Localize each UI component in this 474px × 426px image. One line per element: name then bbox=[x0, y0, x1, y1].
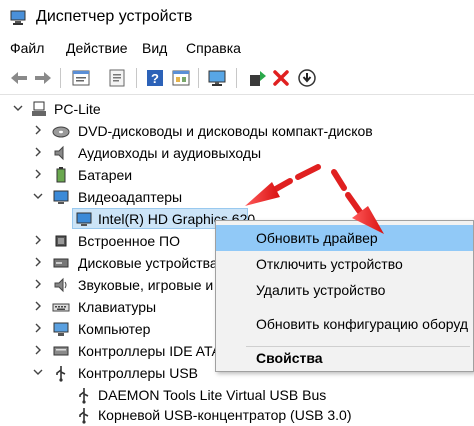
ide-controller-icon bbox=[52, 342, 70, 360]
tree-item-label: Контроллеры IDE ATA/ bbox=[78, 343, 225, 359]
disk-drive-icon bbox=[52, 254, 70, 272]
chevron-right-icon[interactable] bbox=[33, 125, 43, 135]
update-driver-icon[interactable] bbox=[246, 67, 268, 89]
properties-icon[interactable] bbox=[70, 67, 92, 89]
tree-category[interactable]: DVD-дисководы и дисководы компакт-дисков bbox=[0, 120, 474, 142]
tree-item-label: Клавиатуры bbox=[78, 299, 157, 315]
toolbar-separator bbox=[60, 68, 61, 88]
chevron-down-icon[interactable] bbox=[13, 103, 23, 113]
menu-item-label: Отключить устройство bbox=[256, 256, 403, 272]
dvd-drive-icon bbox=[52, 122, 70, 140]
tree-category[interactable]: Аудиовходы и аудиовыходы bbox=[0, 142, 474, 164]
chevron-right-icon[interactable] bbox=[33, 147, 43, 157]
download-icon[interactable] bbox=[296, 67, 318, 89]
scan-hardware-menu-item[interactable]: Обновить конфигурацию оборуд bbox=[216, 311, 473, 337]
svg-text:?: ? bbox=[151, 71, 159, 86]
update-driver-menu-item[interactable]: Обновить драйвер bbox=[216, 225, 473, 251]
tree-item-label: Звуковые, игровые и в bbox=[78, 277, 225, 293]
toolbar-separator bbox=[198, 68, 199, 88]
toolbar-separator bbox=[136, 68, 137, 88]
tree-device[interactable]: Корневой USB-концентратор (USB 3.0) bbox=[0, 404, 474, 426]
disable-device-menu-item[interactable]: Отключить устройство bbox=[216, 251, 473, 277]
tree-category[interactable]: Батареи bbox=[0, 164, 474, 186]
monitor-icon[interactable] bbox=[206, 67, 228, 89]
tree-item-label: Батареи bbox=[78, 167, 133, 183]
help-icon[interactable]: ? bbox=[144, 67, 166, 89]
back-icon[interactable] bbox=[8, 67, 30, 89]
firmware-icon bbox=[52, 232, 70, 250]
battery-icon bbox=[52, 166, 70, 184]
tree-item-label: Корневой USB-концентратор (USB 3.0) bbox=[98, 407, 352, 423]
display-adapter-icon bbox=[75, 210, 93, 228]
tree-device[interactable]: DAEMON Tools Lite Virtual USB Bus bbox=[0, 384, 474, 406]
chevron-right-icon[interactable] bbox=[33, 301, 43, 311]
chevron-right-icon[interactable] bbox=[33, 235, 43, 245]
context-menu: Обновить драйвер Отключить устройство Уд… bbox=[215, 220, 474, 372]
tree-root-label: PC-Lite bbox=[54, 101, 101, 117]
menu-view[interactable]: Вид bbox=[142, 40, 167, 56]
tree-item-label: Аудиовходы и аудиовыходы bbox=[78, 145, 262, 161]
chevron-down-icon[interactable] bbox=[33, 191, 43, 201]
tree-item-label: Компьютер bbox=[78, 321, 151, 337]
tree-item-label: Дисковые устройства bbox=[78, 255, 218, 271]
window-title: Диспетчер устройств bbox=[36, 8, 193, 25]
tree-item-label: Видеоадаптеры bbox=[78, 189, 183, 205]
properties-menu-item[interactable]: Свойства bbox=[216, 345, 473, 371]
chevron-right-icon[interactable] bbox=[33, 279, 43, 289]
computer-icon bbox=[52, 320, 70, 338]
chevron-right-icon[interactable] bbox=[33, 169, 43, 179]
device-manager-icon bbox=[10, 8, 28, 26]
tree-root[interactable]: PC-Lite bbox=[0, 98, 474, 120]
menu-help[interactable]: Справка bbox=[186, 40, 241, 56]
uninstall-device-menu-item[interactable]: Удалить устройство bbox=[216, 277, 473, 303]
tree-item-label: DAEMON Tools Lite Virtual USB Bus bbox=[98, 387, 327, 403]
keyboard-icon bbox=[52, 298, 70, 316]
menu-bar: Файл Действие Вид Справка bbox=[0, 38, 474, 60]
usb-icon bbox=[52, 364, 70, 382]
speaker-icon bbox=[52, 144, 70, 162]
chevron-down-icon[interactable] bbox=[33, 367, 43, 377]
forward-icon[interactable] bbox=[32, 67, 54, 89]
toolbar-separator bbox=[236, 68, 237, 88]
toolbar: ? bbox=[0, 62, 474, 95]
menu-item-label: Удалить устройство bbox=[256, 282, 386, 298]
tree-category[interactable]: Видеоадаптеры bbox=[0, 186, 474, 208]
chevron-right-icon[interactable] bbox=[33, 345, 43, 355]
tree-item-label: Контроллеры USB bbox=[78, 365, 198, 381]
tree-item-label: DVD-дисководы и дисководы компакт-дисков bbox=[78, 123, 373, 139]
chevron-right-icon[interactable] bbox=[33, 257, 43, 267]
title-bar: Диспетчер устройств bbox=[0, 0, 474, 34]
details-icon[interactable] bbox=[106, 67, 128, 89]
menu-item-label: Обновить драйвер bbox=[256, 230, 378, 246]
chevron-right-icon[interactable] bbox=[33, 323, 43, 333]
tree-item-label: Встроенное ПО bbox=[78, 233, 180, 249]
usb-icon bbox=[75, 386, 93, 404]
uninstall-icon[interactable] bbox=[270, 67, 292, 89]
menu-action[interactable]: Действие bbox=[66, 40, 128, 56]
computer-icon bbox=[30, 100, 48, 118]
menu-item-label: Свойства bbox=[256, 350, 323, 366]
display-adapter-icon bbox=[52, 188, 70, 206]
sound-icon bbox=[52, 276, 70, 294]
view-icon[interactable] bbox=[170, 67, 192, 89]
menu-file[interactable]: Файл bbox=[10, 40, 44, 56]
menu-item-label: Обновить конфигурацию оборуд bbox=[256, 316, 469, 332]
